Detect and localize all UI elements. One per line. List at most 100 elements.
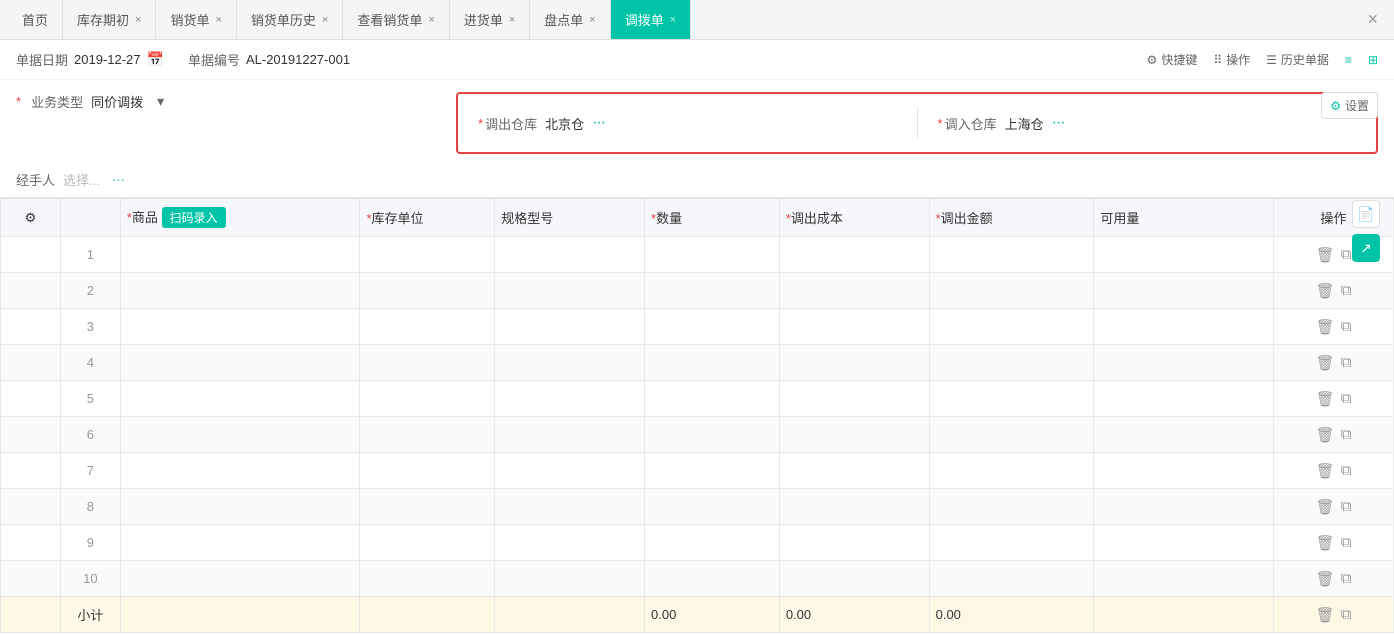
row-qty[interactable] <box>645 309 780 345</box>
row-unit[interactable] <box>360 345 495 381</box>
row-qty[interactable] <box>645 525 780 561</box>
sidebar-export-icon[interactable]: ↗ <box>1352 234 1380 262</box>
copy-icon[interactable]: ⧉ <box>1341 354 1352 372</box>
handler-more[interactable]: ··· <box>112 172 125 187</box>
delete-icon[interactable]: 🗑 <box>1316 462 1335 480</box>
copy-icon[interactable]: ⧉ <box>1341 570 1352 588</box>
row-cost[interactable] <box>779 561 929 597</box>
row-qty[interactable]: 0.00 <box>645 597 780 633</box>
copy-icon[interactable]: ⧉ <box>1341 282 1352 300</box>
layout-button-1[interactable]: ≡ <box>1345 53 1352 67</box>
row-spec[interactable] <box>495 309 645 345</box>
delete-icon[interactable]: 🗑 <box>1316 282 1335 300</box>
transfer-out-value[interactable]: 北京仓 <box>545 114 584 133</box>
row-spec[interactable] <box>495 417 645 453</box>
row-product[interactable] <box>120 381 360 417</box>
row-spec[interactable] <box>495 489 645 525</box>
row-qty[interactable] <box>645 345 780 381</box>
delete-icon[interactable]: 🗑 <box>1316 570 1335 588</box>
row-unit[interactable] <box>360 561 495 597</box>
row-unit[interactable] <box>360 525 495 561</box>
row-product[interactable] <box>120 561 360 597</box>
transfer-out-more[interactable]: ··· <box>592 114 605 132</box>
row-cost[interactable] <box>779 453 929 489</box>
copy-icon[interactable]: ⧉ <box>1341 318 1352 336</box>
col-header-settings[interactable]: ⚙ <box>1 199 61 237</box>
row-qty[interactable] <box>645 417 780 453</box>
row-qty[interactable] <box>645 273 780 309</box>
row-amount[interactable] <box>929 381 1094 417</box>
row-available[interactable] <box>1094 345 1274 381</box>
row-cost[interactable]: 0.00 <box>779 597 929 633</box>
sidebar-doc-icon[interactable]: 📄 <box>1352 200 1380 228</box>
tab-purchase-order[interactable]: 进货单 × <box>450 0 530 39</box>
row-unit[interactable] <box>360 237 495 273</box>
row-available[interactable] <box>1094 525 1274 561</box>
tab-sales-history[interactable]: 销货单历史 × <box>237 0 343 39</box>
row-cost[interactable] <box>779 237 929 273</box>
tab-inventory-check[interactable]: 盘点单 × <box>530 0 610 39</box>
tab-inventory-init-close[interactable]: × <box>135 14 141 26</box>
row-available[interactable] <box>1094 273 1274 309</box>
tab-view-sales-close[interactable]: × <box>428 14 434 26</box>
tab-view-sales[interactable]: 查看销货单 × <box>343 0 449 39</box>
row-available[interactable] <box>1094 309 1274 345</box>
delete-icon[interactable]: 🗑 <box>1316 318 1335 336</box>
operation-button[interactable]: ⠿ 操作 <box>1213 51 1250 68</box>
copy-icon[interactable]: ⧉ <box>1341 390 1352 408</box>
layout-button-2[interactable]: ⊞ <box>1368 53 1378 67</box>
row-unit[interactable] <box>360 381 495 417</box>
scan-button[interactable]: 扫码录入 <box>162 207 226 228</box>
row-cost[interactable] <box>779 345 929 381</box>
row-qty[interactable] <box>645 489 780 525</box>
row-product[interactable] <box>120 273 360 309</box>
delete-icon[interactable]: 🗑 <box>1316 246 1335 264</box>
row-unit[interactable] <box>360 417 495 453</box>
row-product[interactable] <box>120 237 360 273</box>
tab-transfer-order[interactable]: 调拨单 × <box>611 0 691 39</box>
row-qty[interactable] <box>645 381 780 417</box>
close-all-tabs[interactable]: × <box>1359 9 1386 30</box>
row-cost[interactable] <box>779 489 929 525</box>
tab-sales-history-close[interactable]: × <box>322 14 328 26</box>
tab-sales-order-close[interactable]: × <box>215 14 221 26</box>
row-spec[interactable] <box>495 597 645 633</box>
row-cost[interactable] <box>779 309 929 345</box>
row-cost[interactable] <box>779 417 929 453</box>
business-type-value[interactable]: 同价调拨 <box>91 92 143 111</box>
row-cost[interactable] <box>779 381 929 417</box>
delete-icon[interactable]: 🗑 <box>1316 354 1335 372</box>
row-available[interactable] <box>1094 561 1274 597</box>
row-spec[interactable] <box>495 237 645 273</box>
tab-home[interactable]: 首页 <box>8 0 63 39</box>
row-available[interactable] <box>1094 453 1274 489</box>
row-product[interactable] <box>120 309 360 345</box>
tab-sales-order[interactable]: 销货单 × <box>156 0 236 39</box>
row-product[interactable] <box>120 345 360 381</box>
tab-transfer-order-close[interactable]: × <box>670 14 676 26</box>
row-spec[interactable] <box>495 273 645 309</box>
copy-icon[interactable]: ⧉ <box>1341 462 1352 480</box>
row-spec[interactable] <box>495 453 645 489</box>
delete-icon[interactable]: 🗑 <box>1316 390 1335 408</box>
row-available[interactable] <box>1094 381 1274 417</box>
copy-icon[interactable]: ⧉ <box>1341 246 1352 264</box>
row-product[interactable] <box>120 525 360 561</box>
row-available[interactable] <box>1094 417 1274 453</box>
row-spec[interactable] <box>495 525 645 561</box>
row-amount[interactable] <box>929 237 1094 273</box>
row-amount[interactable] <box>929 417 1094 453</box>
delete-icon[interactable]: 🗑 <box>1316 534 1335 552</box>
row-product[interactable] <box>120 597 360 633</box>
tab-inventory-init[interactable]: 库存期初 × <box>63 0 156 39</box>
copy-icon[interactable]: ⧉ <box>1341 606 1352 624</box>
row-amount[interactable] <box>929 309 1094 345</box>
row-product[interactable] <box>120 489 360 525</box>
row-available[interactable] <box>1094 489 1274 525</box>
row-qty[interactable] <box>645 561 780 597</box>
row-spec[interactable] <box>495 345 645 381</box>
tab-inventory-check-close[interactable]: × <box>589 14 595 26</box>
row-unit[interactable] <box>360 309 495 345</box>
delete-icon[interactable]: 🗑 <box>1316 498 1335 516</box>
copy-icon[interactable]: ⧉ <box>1341 426 1352 444</box>
